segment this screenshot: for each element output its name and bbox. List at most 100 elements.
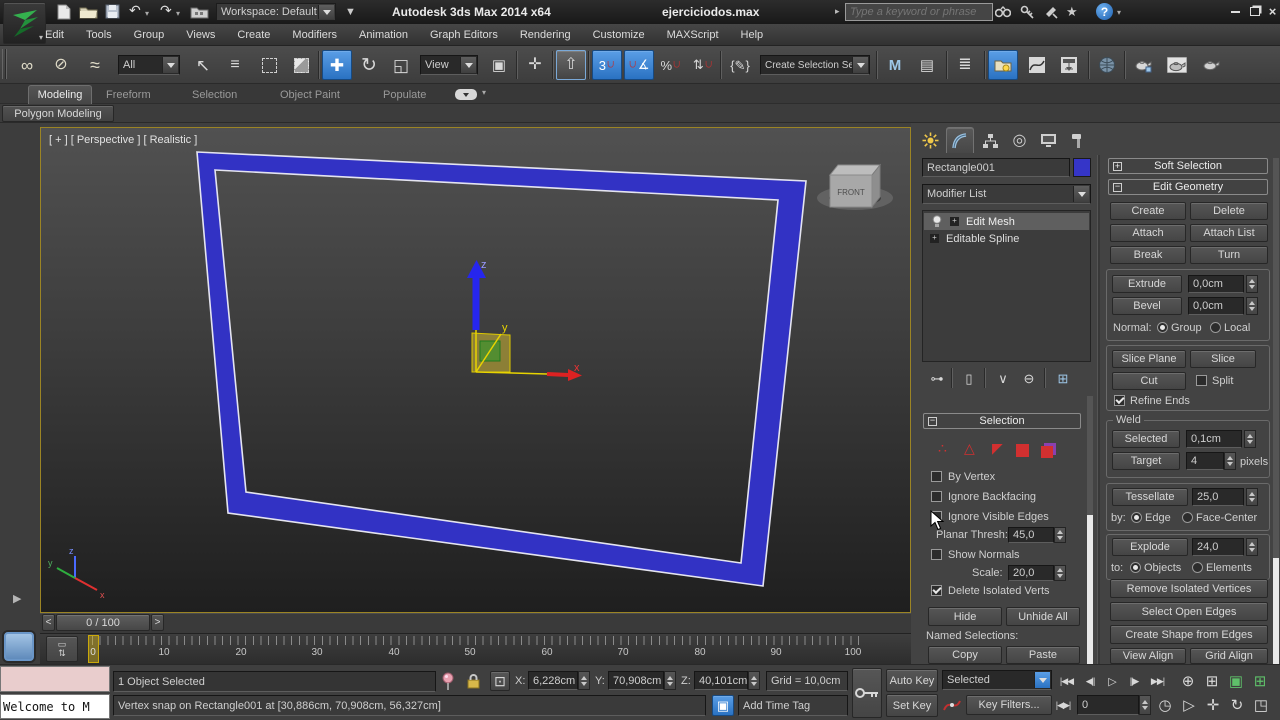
tessellate-edge-radio[interactable] <box>1131 512 1142 523</box>
bevel-spinner[interactable] <box>1246 297 1258 315</box>
select-object-icon[interactable]: ↖ <box>188 50 218 80</box>
current-frame-field[interactable]: 0 <box>1077 695 1139 715</box>
pin-stack-icon[interactable]: ⊶ <box>926 368 948 388</box>
key-set-arrow-icon[interactable] <box>1034 672 1050 688</box>
subobject-polygon-icon[interactable] <box>1016 444 1029 457</box>
menu-edit[interactable]: Edit <box>43 29 66 41</box>
weld-target-button[interactable]: Target <box>1112 452 1180 470</box>
configure-modifier-sets-icon[interactable]: ⊞ <box>1052 368 1074 388</box>
menu-graph-editors[interactable]: Graph Editors <box>428 29 500 41</box>
use-pivot-center-icon[interactable]: ▣ <box>484 50 514 80</box>
collapse-icon[interactable] <box>1113 183 1122 192</box>
schematic-view-icon[interactable] <box>1054 50 1084 80</box>
time-configuration-icon[interactable]: ◷ <box>1155 696 1175 715</box>
extrude-spinner[interactable] <box>1246 275 1258 293</box>
undo-flyout-icon[interactable]: ▾ <box>145 9 149 18</box>
selection-rollout-header[interactable]: Selection <box>923 413 1081 429</box>
delete-button[interactable]: Delete <box>1190 202 1268 220</box>
menu-customize[interactable]: Customize <box>591 29 647 41</box>
minimize-button[interactable] <box>1228 5 1243 18</box>
selection-filter-arrow-icon[interactable] <box>162 57 178 73</box>
subobject-vertex-icon[interactable]: ∴ <box>938 440 947 457</box>
ribbon-flyout-icon[interactable]: ▾ <box>482 88 486 97</box>
expand-box-icon[interactable]: + <box>930 234 939 243</box>
edit-named-selection-sets-icon[interactable]: {✎} <box>724 50 756 80</box>
absolute-offset-toggle-icon[interactable]: ⊡ <box>490 671 510 691</box>
object-name-field[interactable]: Rectangle001 <box>922 158 1070 177</box>
isolate-toggle-button[interactable]: ▣ <box>712 695 734 716</box>
snap-toggle-3d-icon[interactable]: 3 ∩ <box>592 50 622 80</box>
menu-group[interactable]: Group <box>132 29 167 41</box>
menu-rendering[interactable]: Rendering <box>518 29 573 41</box>
new-key-mode-icon[interactable] <box>942 696 962 717</box>
y-coord-field[interactable]: 70,908cm <box>608 671 664 690</box>
select-and-rotate-icon[interactable]: ↻ <box>354 50 384 80</box>
normal-group-radio[interactable] <box>1157 322 1168 333</box>
subobject-face-icon[interactable]: ◤ <box>992 440 1003 457</box>
redo-flyout-icon[interactable]: ▾ <box>176 9 180 18</box>
close-button[interactable]: × <box>1265 4 1280 19</box>
select-and-manipulate-icon[interactable]: ✛ <box>520 50 550 80</box>
named-selection-set-arrow-icon[interactable] <box>852 57 868 73</box>
create-button[interactable]: Create <box>1110 202 1186 220</box>
gizmo-x-line[interactable] <box>475 371 548 375</box>
scrollbar-thumb[interactable] <box>1273 558 1279 664</box>
extrude-button[interactable]: Extrude <box>1112 275 1182 293</box>
grid-align-button[interactable]: Grid Align <box>1190 648 1268 664</box>
menu-create[interactable]: Create <box>235 29 272 41</box>
normal-local-radio[interactable] <box>1210 322 1221 333</box>
time-slider-next-button[interactable]: > <box>151 614 164 631</box>
menu-animation[interactable]: Animation <box>357 29 410 41</box>
menu-maxscript[interactable]: MAXScript <box>665 29 721 41</box>
modifier-list-dropdown[interactable]: Modifier List <box>922 184 1091 204</box>
menu-help[interactable]: Help <box>739 29 766 41</box>
object-color-swatch[interactable] <box>1073 158 1091 177</box>
window-crossing-toggle-icon[interactable] <box>286 50 316 80</box>
scale-field[interactable]: 20,0 <box>1008 565 1054 581</box>
explode-button[interactable]: Explode <box>1112 538 1188 556</box>
align-icon[interactable]: ▤ <box>912 50 942 80</box>
explode-spinner[interactable] <box>1246 538 1258 556</box>
angle-snap-toggle-icon[interactable]: ∩ ∡ <box>624 50 654 80</box>
tab-create[interactable] <box>917 128 944 153</box>
field-of-view-icon[interactable]: ▷ <box>1179 696 1199 715</box>
tessellate-spinner[interactable] <box>1246 488 1258 506</box>
time-slider-track[interactable] <box>40 613 911 633</box>
spinner-snap-toggle-icon[interactable]: ⇅ ∩ <box>688 50 718 80</box>
edit-geometry-rollout-header[interactable]: Edit Geometry <box>1108 179 1268 195</box>
paste-button[interactable]: Paste <box>1006 646 1080 664</box>
keyboard-shortcut-override-icon[interactable]: ⇧ <box>556 50 586 80</box>
weld-selected-spinner[interactable] <box>1244 430 1256 448</box>
remove-modifier-icon[interactable]: ⊖ <box>1018 368 1040 388</box>
weld-selected-field[interactable]: 0,1cm <box>1186 430 1242 448</box>
planar-thresh-field[interactable]: 45,0 <box>1008 527 1054 543</box>
panel-column-divider[interactable] <box>1097 155 1100 664</box>
ignore-backfacing-checkbox[interactable] <box>931 491 942 502</box>
explode-elements-radio[interactable] <box>1192 562 1203 573</box>
subobject-element-icon[interactable] <box>1041 446 1053 458</box>
unhide-all-button[interactable]: Unhide All <box>1006 607 1080 626</box>
expand-icon[interactable] <box>1113 162 1122 171</box>
attach-list-button[interactable]: Attach List <box>1190 224 1268 242</box>
tab-freeform[interactable]: Freeform <box>106 89 151 101</box>
undo-icon[interactable]: ↶ <box>129 3 141 17</box>
break-button[interactable]: Break <box>1110 246 1186 264</box>
search-expand-icon[interactable]: ▸ <box>835 6 840 17</box>
modifier-stack[interactable]: + Edit Mesh + Editable Spline <box>922 210 1091 362</box>
tab-modeling[interactable]: Modeling <box>28 85 92 104</box>
attach-button[interactable]: Attach <box>1110 224 1186 242</box>
set-keys-button[interactable] <box>852 668 882 718</box>
coord-system-arrow-icon[interactable] <box>460 57 476 73</box>
scene-explorer-toggle-icon[interactable] <box>988 50 1018 80</box>
previous-frame-button[interactable]: ◀|| <box>1080 671 1100 691</box>
rendered-frame-window-icon[interactable] <box>1128 50 1158 80</box>
workspace-dropdown[interactable]: Workspace: Default <box>216 3 336 21</box>
named-selection-set-dropdown[interactable]: Create Selection Se <box>760 55 870 75</box>
x-coord-field[interactable]: 6,228cm <box>528 671 578 690</box>
curve-editor-icon[interactable] <box>1022 50 1052 80</box>
viewport[interactable]: [ + ] [ Perspective ] [ Realistic ] z y … <box>40 127 911 613</box>
select-open-edges-button[interactable]: Select Open Edges <box>1110 602 1268 621</box>
status-selection-field[interactable]: 1 Object Selected <box>113 671 436 692</box>
rectangular-selection-region-icon[interactable] <box>254 50 284 80</box>
help-icon[interactable]: ? <box>1096 3 1113 20</box>
